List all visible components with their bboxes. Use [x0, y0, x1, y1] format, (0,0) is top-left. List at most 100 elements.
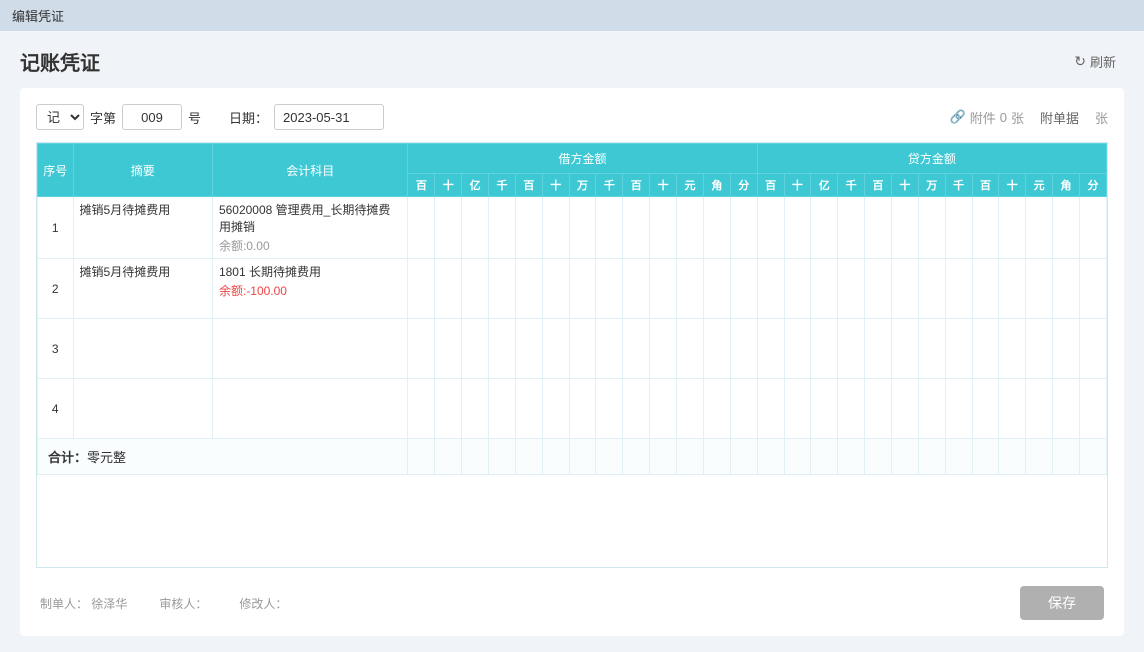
credit-digit-cell[interactable]	[865, 197, 892, 259]
debit-digit-cell[interactable]	[542, 197, 569, 259]
credit-digit-cell[interactable]	[999, 259, 1026, 319]
credit-digit-cell[interactable]	[838, 197, 865, 259]
cell-account[interactable]	[212, 379, 408, 439]
credit-digit-cell[interactable]	[1079, 379, 1106, 439]
debit-digit-cell[interactable]	[569, 197, 596, 259]
debit-digit-cell[interactable]	[408, 197, 435, 259]
credit-digit-cell[interactable]	[891, 259, 918, 319]
credit-digit-cell[interactable]	[811, 319, 838, 379]
debit-digit-cell[interactable]	[650, 319, 677, 379]
credit-digit-cell[interactable]	[999, 197, 1026, 259]
credit-digit-cell[interactable]	[865, 259, 892, 319]
save-button[interactable]: 保存	[1020, 586, 1104, 620]
attachment-single[interactable]: 附单据	[1040, 108, 1079, 127]
credit-digit-cell[interactable]	[945, 319, 972, 379]
credit-digit-cell[interactable]	[865, 379, 892, 439]
debit-digit-cell[interactable]	[596, 379, 623, 439]
table-row[interactable]: 4	[38, 379, 1107, 439]
debit-digit-cell[interactable]	[623, 379, 650, 439]
credit-digit-cell[interactable]	[891, 379, 918, 439]
debit-digit-cell[interactable]	[515, 259, 542, 319]
credit-digit-cell[interactable]	[1026, 197, 1053, 259]
debit-digit-cell[interactable]	[515, 379, 542, 439]
cell-account[interactable]	[212, 319, 408, 379]
credit-digit-cell[interactable]	[784, 197, 811, 259]
credit-digit-cell[interactable]	[918, 197, 945, 259]
debit-digit-cell[interactable]	[703, 379, 730, 439]
debit-digit-cell[interactable]	[623, 319, 650, 379]
refresh-button[interactable]: ↻ 刷新	[1066, 48, 1124, 75]
credit-digit-cell[interactable]	[1079, 259, 1106, 319]
date-input[interactable]	[274, 104, 384, 130]
debit-digit-cell[interactable]	[462, 319, 489, 379]
debit-digit-cell[interactable]	[489, 259, 516, 319]
debit-digit-cell[interactable]	[650, 259, 677, 319]
debit-digit-cell[interactable]	[462, 197, 489, 259]
cell-summary[interactable]: 摊销5月待摊费用	[73, 259, 212, 319]
credit-digit-cell[interactable]	[1026, 379, 1053, 439]
credit-digit-cell[interactable]	[1053, 379, 1080, 439]
debit-digit-cell[interactable]	[730, 259, 757, 319]
debit-digit-cell[interactable]	[408, 379, 435, 439]
debit-digit-cell[interactable]	[515, 319, 542, 379]
credit-digit-cell[interactable]	[1079, 197, 1106, 259]
credit-digit-cell[interactable]	[757, 319, 784, 379]
credit-digit-cell[interactable]	[891, 319, 918, 379]
credit-digit-cell[interactable]	[784, 259, 811, 319]
credit-digit-cell[interactable]	[1026, 319, 1053, 379]
credit-digit-cell[interactable]	[1053, 259, 1080, 319]
credit-digit-cell[interactable]	[838, 379, 865, 439]
debit-digit-cell[interactable]	[515, 197, 542, 259]
credit-digit-cell[interactable]	[838, 319, 865, 379]
credit-digit-cell[interactable]	[838, 259, 865, 319]
debit-digit-cell[interactable]	[408, 259, 435, 319]
voucher-number-input[interactable]	[122, 104, 182, 130]
debit-digit-cell[interactable]	[435, 319, 462, 379]
debit-digit-cell[interactable]	[677, 379, 704, 439]
credit-digit-cell[interactable]	[784, 319, 811, 379]
attachment-link[interactable]: 🔗 附件 0 张	[950, 108, 1024, 127]
credit-digit-cell[interactable]	[757, 197, 784, 259]
credit-digit-cell[interactable]	[865, 319, 892, 379]
debit-digit-cell[interactable]	[542, 259, 569, 319]
credit-digit-cell[interactable]	[918, 379, 945, 439]
cell-summary[interactable]	[73, 379, 212, 439]
credit-digit-cell[interactable]	[757, 259, 784, 319]
cell-summary[interactable]	[73, 319, 212, 379]
debit-digit-cell[interactable]	[677, 259, 704, 319]
credit-digit-cell[interactable]	[999, 319, 1026, 379]
debit-digit-cell[interactable]	[730, 379, 757, 439]
debit-digit-cell[interactable]	[569, 259, 596, 319]
debit-digit-cell[interactable]	[435, 379, 462, 439]
credit-digit-cell[interactable]	[972, 259, 999, 319]
debit-digit-cell[interactable]	[650, 197, 677, 259]
debit-digit-cell[interactable]	[542, 319, 569, 379]
credit-digit-cell[interactable]	[945, 259, 972, 319]
table-row[interactable]: 1摊销5月待摊费用56020008 管理费用_长期待摊费用摊销余额:0.00	[38, 197, 1107, 259]
credit-digit-cell[interactable]	[999, 379, 1026, 439]
debit-digit-cell[interactable]	[435, 197, 462, 259]
debit-digit-cell[interactable]	[623, 259, 650, 319]
debit-digit-cell[interactable]	[703, 259, 730, 319]
table-row[interactable]: 2摊销5月待摊费用1801 长期待摊费用余额:-100.00	[38, 259, 1107, 319]
debit-digit-cell[interactable]	[489, 319, 516, 379]
debit-digit-cell[interactable]	[435, 259, 462, 319]
debit-digit-cell[interactable]	[623, 197, 650, 259]
credit-digit-cell[interactable]	[972, 379, 999, 439]
credit-digit-cell[interactable]	[784, 379, 811, 439]
debit-digit-cell[interactable]	[569, 379, 596, 439]
cell-summary[interactable]: 摊销5月待摊费用	[73, 197, 212, 259]
credit-digit-cell[interactable]	[972, 197, 999, 259]
credit-digit-cell[interactable]	[918, 259, 945, 319]
table-row[interactable]: 3	[38, 319, 1107, 379]
debit-digit-cell[interactable]	[677, 197, 704, 259]
credit-digit-cell[interactable]	[811, 379, 838, 439]
debit-digit-cell[interactable]	[569, 319, 596, 379]
credit-digit-cell[interactable]	[1026, 259, 1053, 319]
debit-digit-cell[interactable]	[489, 197, 516, 259]
credit-digit-cell[interactable]	[811, 259, 838, 319]
debit-digit-cell[interactable]	[703, 197, 730, 259]
credit-digit-cell[interactable]	[945, 379, 972, 439]
credit-digit-cell[interactable]	[811, 197, 838, 259]
debit-digit-cell[interactable]	[542, 379, 569, 439]
